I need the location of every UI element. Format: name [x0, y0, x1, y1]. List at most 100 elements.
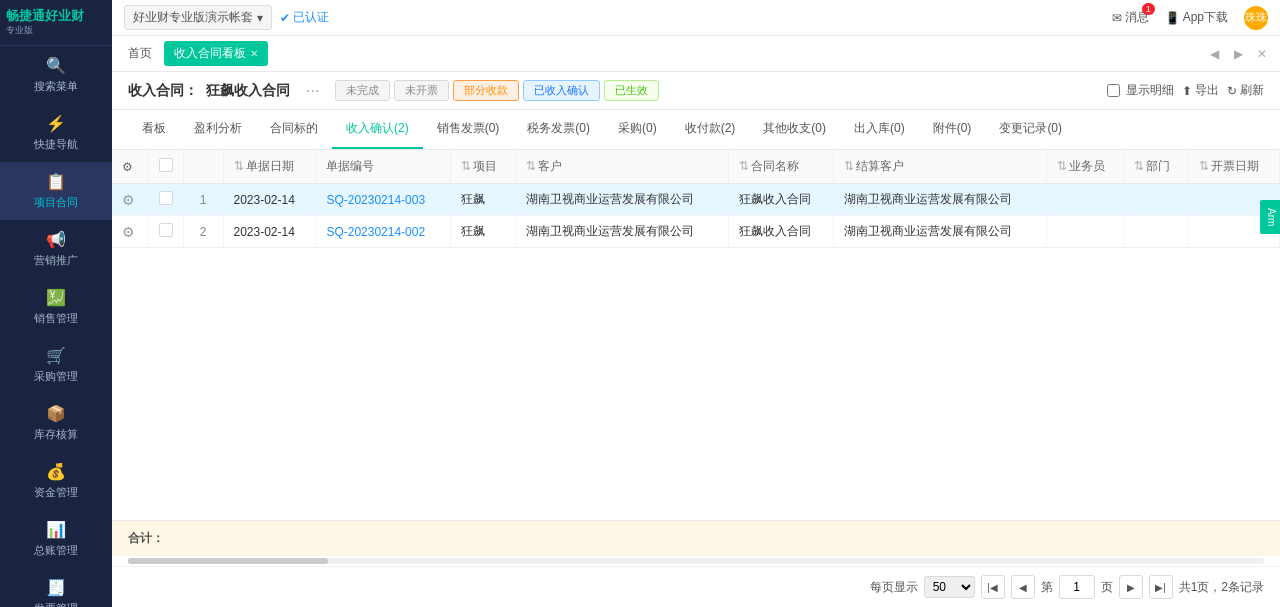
user-avatar[interactable]: 珠珠	[1244, 6, 1268, 30]
nav-tab-5[interactable]: 税务发票(0)	[513, 110, 604, 149]
col-header-settle_customer[interactable]: ⇅结算客户	[833, 150, 1046, 184]
tabbar: 首页 收入合同看板 ✕ ◀ ▶ ✕	[112, 36, 1280, 72]
status-btn-0[interactable]: 未完成	[335, 80, 390, 101]
prev-window-btn[interactable]: ◀	[1204, 44, 1224, 64]
more-icon[interactable]: ···	[306, 82, 319, 100]
sidebar-item-1[interactable]: ⚡快捷导航	[0, 104, 112, 162]
cell-code[interactable]: SQ-20230214-003	[316, 184, 451, 216]
status-btn-4[interactable]: 已生效	[604, 80, 659, 101]
code-link[interactable]: SQ-20230214-003	[326, 193, 425, 207]
sidebar-item-2[interactable]: 📋项目合同	[0, 162, 112, 220]
company-selector[interactable]: 好业财专业版演示帐套 ▾	[124, 5, 272, 30]
nav-tab-8[interactable]: 其他收支(0)	[749, 110, 840, 149]
last-page-btn[interactable]: ▶|	[1149, 575, 1173, 599]
sidebar-icon-9: 🧾	[46, 578, 66, 597]
certified-badge: ✔ 已认证	[280, 9, 329, 26]
tab-close-icon[interactable]: ✕	[250, 48, 258, 59]
col-header-dept[interactable]: ⇅部门	[1124, 150, 1188, 184]
total-info: 共1页，2条记录	[1179, 579, 1264, 596]
cell-no: 1	[183, 184, 223, 216]
sidebar-icon-2: 📋	[46, 172, 66, 191]
show-detail-action[interactable]: 显示明细	[1107, 82, 1174, 99]
sidebar-item-4[interactable]: 💹销售管理	[0, 278, 112, 336]
col-header-customer[interactable]: ⇅客户	[515, 150, 728, 184]
export-button[interactable]: ⬆ 导出	[1182, 82, 1219, 99]
row-checkbox[interactable]	[159, 191, 173, 205]
row-checkbox[interactable]	[159, 223, 173, 237]
table-row[interactable]: ⚙12023-02-14SQ-20230214-003狂飙湖南卫视商业运营发展有…	[112, 184, 1280, 216]
nav-tab-10[interactable]: 附件(0)	[919, 110, 986, 149]
page-suffix: 页	[1101, 579, 1113, 596]
topbar: 好业财专业版演示帐套 ▾ ✔ 已认证 ✉ 消息 1 📱 App下载 珠珠	[112, 0, 1280, 36]
cell-customer: 湖南卫视商业运营发展有限公司	[515, 216, 728, 248]
show-detail-checkbox[interactable]	[1107, 84, 1120, 97]
nav-tab-9[interactable]: 出入库(0)	[840, 110, 919, 149]
page-header-actions: 显示明细 ⬆ 导出 ↻ 刷新	[1107, 82, 1264, 99]
status-btn-3[interactable]: 已收入确认	[523, 80, 600, 101]
cell-check	[148, 184, 183, 216]
scroll-bar	[112, 556, 1280, 566]
col-header-project[interactable]: ⇅项目	[451, 150, 515, 184]
status-btn-1[interactable]: 未开票	[394, 80, 449, 101]
nav-tab-11[interactable]: 变更记录(0)	[985, 110, 1076, 149]
next-window-btn[interactable]: ▶	[1228, 44, 1248, 64]
row-settings-icon[interactable]: ⚙	[122, 192, 135, 208]
scroll-thumb[interactable]	[128, 558, 328, 564]
sidebar-icon-6: 📦	[46, 404, 66, 423]
prev-page-btn[interactable]: ◀	[1011, 575, 1035, 599]
refresh-button[interactable]: ↻ 刷新	[1227, 82, 1264, 99]
nav-tab-2[interactable]: 合同标的	[256, 110, 332, 149]
row-settings-icon[interactable]: ⚙	[122, 224, 135, 240]
arm-button[interactable]: Arm	[1260, 200, 1280, 234]
col-header-bill_date[interactable]: ⇅开票日期	[1188, 150, 1279, 184]
cell-settle_customer: 湖南卫视商业运营发展有限公司	[833, 184, 1046, 216]
nav-tab-6[interactable]: 采购(0)	[604, 110, 671, 149]
sidebar: 畅捷通好业财 专业版 🔍搜索菜单⚡快捷导航📋项目合同📢营销推广💹销售管理🛒采购管…	[0, 0, 112, 607]
cell-contract: 狂飙收入合同	[728, 216, 833, 248]
nav-tab-7[interactable]: 收付款(2)	[671, 110, 750, 149]
sidebar-icon-1: ⚡	[46, 114, 66, 133]
next-page-btn[interactable]: ▶	[1119, 575, 1143, 599]
code-link[interactable]: SQ-20230214-002	[326, 225, 425, 239]
cell-date: 2023-02-14	[223, 216, 316, 248]
status-btn-2[interactable]: 部分收款	[453, 80, 519, 101]
tab-home[interactable]: 首页	[120, 41, 160, 66]
close-window-btn[interactable]: ✕	[1252, 44, 1272, 64]
col-header-contract[interactable]: ⇅合同名称	[728, 150, 833, 184]
col-header-settings[interactable]: ⚙	[112, 150, 148, 184]
pagination: 每页显示 50 100 200 |◀ ◀ 第 页 ▶ ▶| 共1页，2条记录	[112, 566, 1280, 607]
cell-settings: ⚙	[112, 216, 148, 248]
app-name: 畅捷通好业财	[6, 8, 84, 24]
page-input[interactable]	[1059, 575, 1095, 599]
col-header-salesman[interactable]: ⇅业务员	[1046, 150, 1124, 184]
nav-tab-3[interactable]: 收入确认(2)	[332, 110, 423, 149]
message-icon: ✉	[1112, 11, 1122, 25]
sidebar-item-6[interactable]: 📦库存核算	[0, 394, 112, 452]
col-header-date[interactable]: ⇅单据日期	[223, 150, 316, 184]
tab-contract-board[interactable]: 收入合同看板 ✕	[164, 41, 268, 66]
nav-tab-4[interactable]: 销售发票(0)	[423, 110, 514, 149]
sidebar-item-0[interactable]: 🔍搜索菜单	[0, 46, 112, 104]
sidebar-item-5[interactable]: 🛒采购管理	[0, 336, 112, 394]
nav-tab-0[interactable]: 看板	[128, 110, 180, 149]
col-header-code[interactable]: 单据编号	[316, 150, 451, 184]
first-page-btn[interactable]: |◀	[981, 575, 1005, 599]
col-header-no[interactable]	[183, 150, 223, 184]
col-header-check[interactable]	[148, 150, 183, 184]
nav-tab-1[interactable]: 盈利分析	[180, 110, 256, 149]
settings-icon[interactable]: ⚙	[122, 160, 133, 174]
table-container[interactable]: ⚙ ⇅单据日期单据编号⇅项目⇅客户⇅合同名称⇅结算客户⇅业务员⇅部门⇅开票日期 ⚙…	[112, 150, 1280, 520]
cell-code[interactable]: SQ-20230214-002	[316, 216, 451, 248]
table-row[interactable]: ⚙22023-02-14SQ-20230214-002狂飙湖南卫视商业运营发展有…	[112, 216, 1280, 248]
message-button[interactable]: ✉ 消息 1	[1112, 9, 1149, 26]
scroll-track[interactable]	[128, 558, 1264, 564]
select-all-checkbox[interactable]	[159, 158, 173, 172]
per-page-select[interactable]: 50 100 200	[924, 576, 975, 598]
sidebar-item-3[interactable]: 📢营销推广	[0, 220, 112, 278]
sidebar-item-7[interactable]: 💰资金管理	[0, 452, 112, 510]
sidebar-item-9[interactable]: 🧾发票管理	[0, 568, 112, 607]
cell-no: 2	[183, 216, 223, 248]
page-label: 第	[1041, 579, 1053, 596]
app-download-button[interactable]: 📱 App下载	[1165, 9, 1228, 26]
sidebar-item-8[interactable]: 📊总账管理	[0, 510, 112, 568]
